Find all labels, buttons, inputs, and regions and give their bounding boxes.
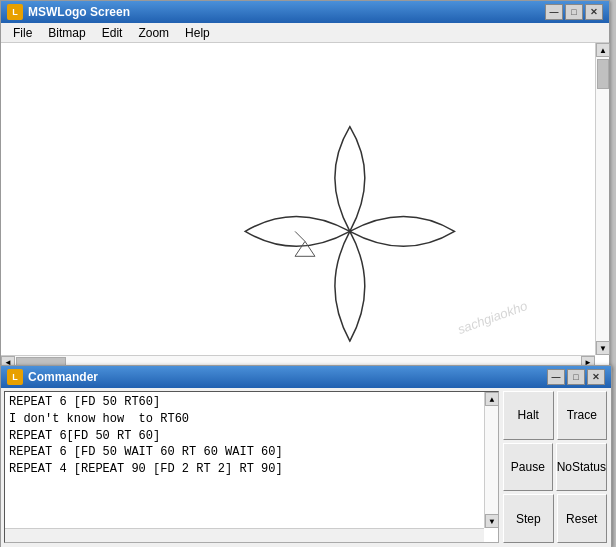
commander-body: REPEAT 6 [FD 50 RT60] I don't know how t…	[1, 388, 611, 546]
svg-line-1	[295, 231, 305, 241]
output-line-1: REPEAT 6 [FD 50 RT60]	[9, 394, 480, 411]
menu-edit[interactable]: Edit	[94, 23, 131, 43]
step-button[interactable]: Step	[503, 494, 554, 543]
commander-title-icon: L	[7, 369, 23, 385]
drawing-canvas	[1, 43, 609, 355]
btn-row-1: Halt Trace	[503, 391, 607, 440]
menubar: File Bitmap Edit Zoom Help	[1, 23, 609, 43]
nostatus-button[interactable]: NoStatus	[556, 443, 607, 492]
commander-minimize-btn[interactable]: —	[547, 369, 565, 385]
screen-title-text: MSWLogo Screen	[28, 5, 130, 19]
halt-button[interactable]: Halt	[503, 391, 554, 440]
output-area[interactable]: REPEAT 6 [FD 50 RT60] I don't know how t…	[4, 391, 499, 543]
commander-maximize-btn[interactable]: □	[567, 369, 585, 385]
canvas-area: sachgiaokho	[1, 43, 609, 355]
scroll-down-btn[interactable]: ▼	[596, 341, 610, 355]
commander-title-text: Commander	[28, 370, 98, 384]
output-scroll-up[interactable]: ▲	[485, 392, 499, 406]
btn-row-3: Step Reset	[503, 494, 607, 543]
screen-scrollbar-right[interactable]: ▲ ▼	[595, 43, 609, 355]
menu-help[interactable]: Help	[177, 23, 218, 43]
commander-titlebar: L Commander — □ ✕	[1, 366, 611, 388]
scroll-up-btn[interactable]: ▲	[596, 43, 610, 57]
pause-button[interactable]: Pause	[503, 443, 553, 492]
commander-close-btn[interactable]: ✕	[587, 369, 605, 385]
btn-row-2: Pause NoStatus	[503, 443, 607, 492]
output-scroll-track[interactable]	[485, 406, 498, 514]
screen-maximize-btn[interactable]: □	[565, 4, 583, 20]
menu-zoom[interactable]: Zoom	[130, 23, 177, 43]
menu-file[interactable]: File	[5, 23, 40, 43]
output-line-4: REPEAT 6 [FD 50 WAIT 60 RT 60 WAIT 60]	[9, 444, 480, 461]
screen-titlebar: L MSWLogo Screen — □ ✕	[1, 1, 609, 23]
button-panel: Halt Trace Pause NoStatus Step Reset	[501, 388, 611, 546]
reset-button[interactable]: Reset	[557, 494, 608, 543]
output-scroll-down[interactable]: ▼	[485, 514, 499, 528]
menu-bitmap[interactable]: Bitmap	[40, 23, 93, 43]
commander-window-controls: — □ ✕	[547, 369, 605, 385]
svg-marker-0	[295, 241, 315, 256]
output-scrollbar-right[interactable]: ▲ ▼	[484, 392, 498, 528]
scroll-track-right[interactable]	[596, 57, 609, 341]
output-content: REPEAT 6 [FD 50 RT60] I don't know how t…	[9, 394, 480, 526]
screen-close-btn[interactable]: ✕	[585, 4, 603, 20]
trace-button[interactable]: Trace	[557, 391, 608, 440]
screen-window: L MSWLogo Screen — □ ✕ File Bitmap Edit …	[0, 0, 610, 370]
output-line-5: REPEAT 4 [REPEAT 90 [FD 2 RT 2] RT 90]	[9, 461, 480, 478]
screen-title-icon: L	[7, 4, 23, 20]
output-scrollbar-bottom[interactable]	[5, 528, 484, 542]
scroll-thumb-right[interactable]	[597, 59, 609, 89]
commander-window: L Commander — □ ✕ REPEAT 6 [FD 50 RT60] …	[0, 365, 612, 547]
output-line-2: I don't know how to RT60	[9, 411, 480, 428]
screen-minimize-btn[interactable]: —	[545, 4, 563, 20]
output-line-3: REPEAT 6[FD 50 RT 60]	[9, 428, 480, 445]
screen-window-controls: — □ ✕	[545, 4, 603, 20]
